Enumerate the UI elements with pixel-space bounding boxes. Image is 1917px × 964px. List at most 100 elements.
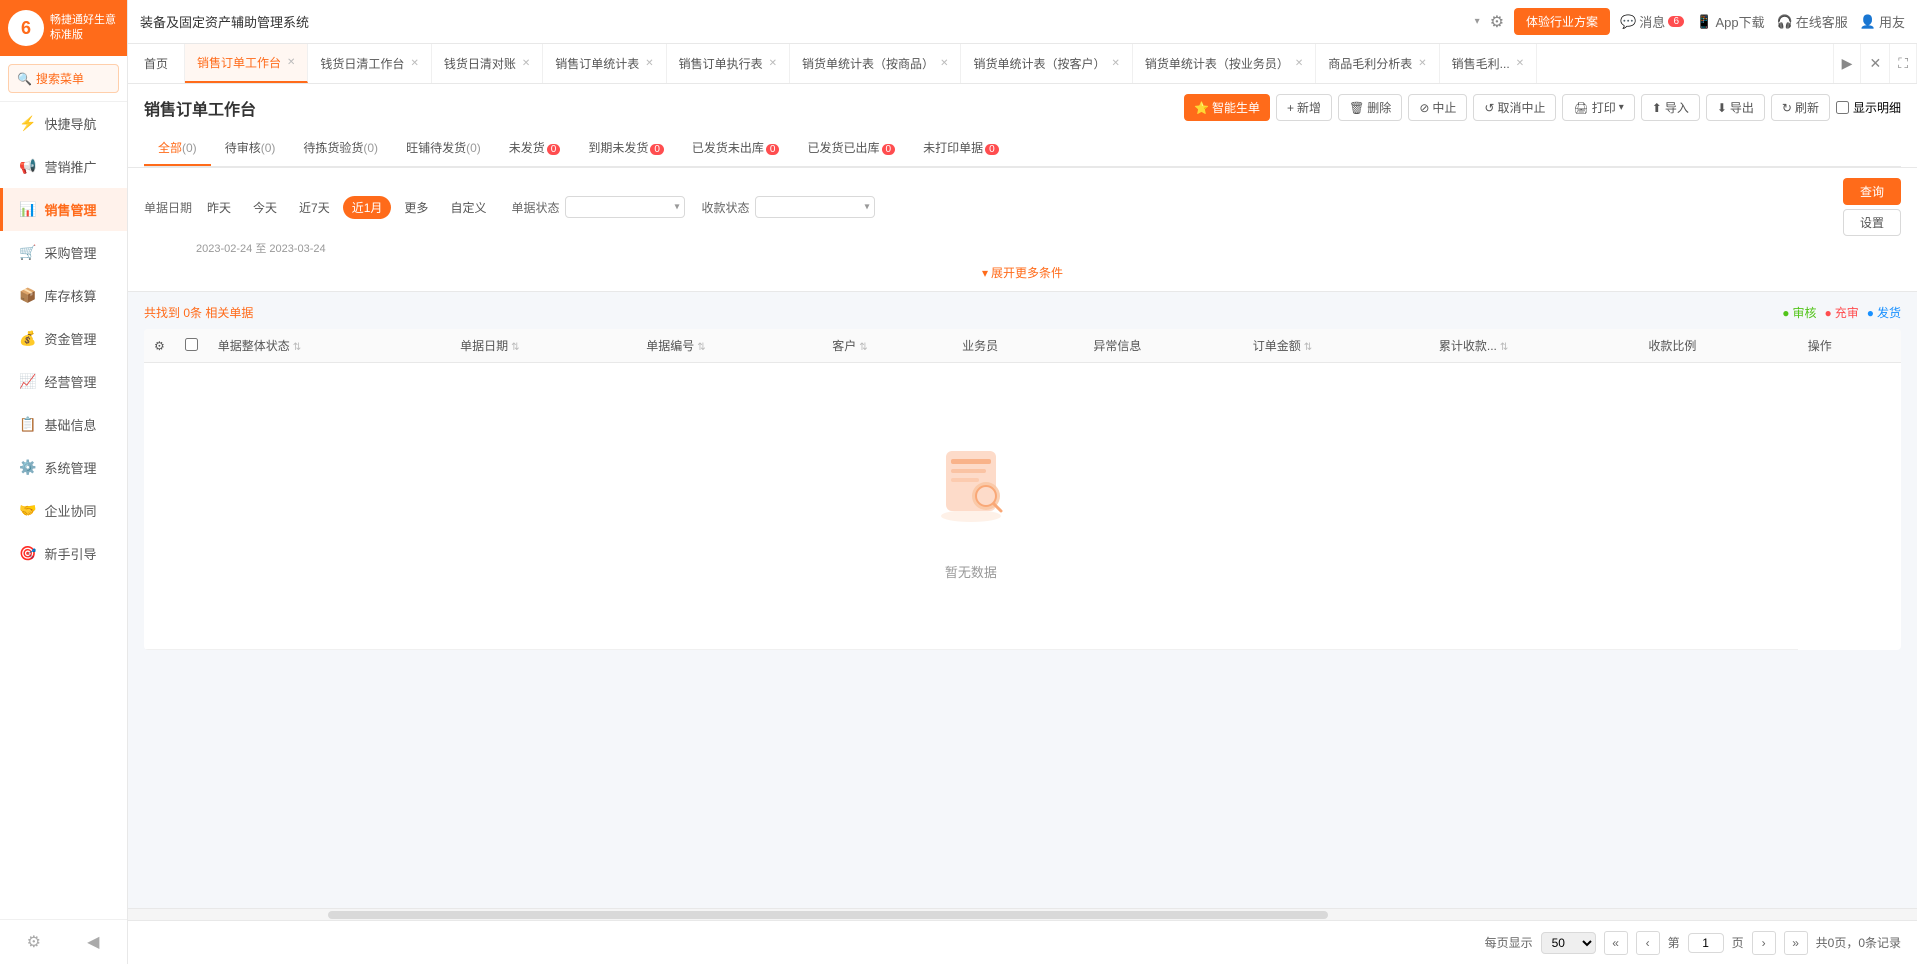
export-button[interactable]: ⬇ 导出 [1706, 94, 1765, 121]
review-button[interactable]: ● 审核 [1782, 304, 1816, 321]
sub-tab-overdue-not-shipped[interactable]: 到期未发货0 [574, 131, 678, 166]
table-col-date[interactable]: 单据日期⇅ [450, 329, 636, 363]
receipt-status-select[interactable] [755, 196, 875, 218]
table-col-customer[interactable]: 客户⇅ [822, 329, 952, 363]
sub-tab-pending-review[interactable]: 待审核(0) [211, 131, 290, 166]
sub-tab-not-shipped[interactable]: 未发货0 [495, 131, 575, 166]
delete-button[interactable]: 🗑 删除 [1338, 94, 1402, 121]
prev-page-button[interactable]: ‹ [1636, 931, 1660, 955]
message-button[interactable]: 💬 消息 6 [1620, 12, 1684, 31]
tab-scroll-right-button[interactable]: ▶ [1834, 44, 1862, 83]
industry-solution-button[interactable]: 体验行业方案 [1514, 8, 1610, 35]
next-page-button[interactable]: › [1752, 931, 1776, 955]
last-month-btn[interactable]: 近1月 [343, 196, 392, 219]
sidebar-collapse-button[interactable]: ◀ [68, 928, 120, 956]
last7days-btn[interactable]: 近7天 [290, 196, 339, 219]
tab-sales-exec[interactable]: 销售订单执行表 ✕ [667, 44, 790, 83]
tab-close-icon[interactable]: ✕ [287, 57, 295, 68]
sidebar-item-caigou[interactable]: 🛒 采购管理 [0, 231, 127, 274]
sidebar-item-xitong[interactable]: ⚙️ 系统管理 [0, 446, 127, 489]
select-all-checkbox[interactable] [185, 338, 198, 351]
page-suffix: 页 [1732, 934, 1744, 951]
print-button[interactable]: 🖨 打印 ▾ [1562, 94, 1634, 121]
table-settings-col[interactable]: ⚙ [144, 329, 175, 363]
sidebar-item-yingxiao[interactable]: 📢 营销推广 [0, 145, 127, 188]
last-page-button[interactable]: » [1784, 931, 1808, 955]
table-checkbox-col[interactable] [175, 329, 208, 363]
sidebar-item-zijin[interactable]: 💰 资金管理 [0, 317, 127, 360]
tab-sales-workbench[interactable]: 销售订单工作台 ✕ [185, 44, 308, 83]
tab-margin-analysis[interactable]: 商品毛利分析表 ✕ [1316, 44, 1439, 83]
sidebar-item-kuaijie[interactable]: ⚡ 快捷导航 [0, 102, 127, 145]
tab-close-all-button[interactable]: ✕ [1861, 44, 1890, 83]
online-service-button[interactable]: 🎧 在线客服 [1777, 12, 1848, 31]
sidebar-item-qiye[interactable]: 🤝 企业协同 [0, 489, 127, 532]
show-detail-checkbox[interactable] [1836, 101, 1849, 114]
tab-close-icon[interactable]: ✕ [940, 58, 948, 69]
tab-cash-reconcile[interactable]: 钱货日清对账 ✕ [432, 44, 543, 83]
query-button[interactable]: 查询 [1843, 178, 1901, 205]
search-menu-button[interactable]: 🔍 搜索菜单 [8, 64, 119, 93]
tab-sales-stat-prod[interactable]: 销货单统计表（按商品） ✕ [790, 44, 961, 83]
add-button[interactable]: + 新增 [1276, 94, 1332, 121]
tab-close-icon[interactable]: ✕ [645, 58, 653, 69]
tab-cash-daily[interactable]: 钱货日清工作台 ✕ [308, 44, 431, 83]
per-page-select[interactable]: 50 100 200 [1541, 932, 1596, 954]
sidebar-item-kucun[interactable]: 📦 库存核算 [0, 274, 127, 317]
tab-sales-stat-staff[interactable]: 销货单统计表（按业务员） ✕ [1133, 44, 1316, 83]
custom-date-btn[interactable]: 自定义 [441, 196, 495, 219]
page-number-input[interactable] [1688, 933, 1724, 953]
sidebar-item-xinshou[interactable]: 🎯 新手引导 [0, 532, 127, 575]
logo-text: 畅捷通好生意 标准版 [50, 13, 116, 44]
sidebar-item-jingying[interactable]: 📈 经营管理 [0, 360, 127, 403]
stop-button[interactable]: ⊘ 中止 [1408, 94, 1467, 121]
sidebar-settings-button[interactable]: ⚙ [8, 928, 60, 956]
sub-tab-all[interactable]: 全部(0) [144, 131, 211, 166]
settings-icon: ⚙️ [19, 459, 36, 476]
scroll-thumb[interactable] [328, 911, 1328, 919]
smart-gen-button[interactable]: ⭐ 智能生单 [1184, 94, 1270, 121]
tab-expand-button[interactable]: ⛶ [1890, 44, 1917, 83]
app-download-button[interactable]: 📱 App下载 [1696, 12, 1764, 31]
table-col-collected[interactable]: 累计收款...⇅ [1429, 329, 1639, 363]
sub-tab-wangpu-ship[interactable]: 旺铺待发货(0) [392, 131, 495, 166]
tab-sales-stats[interactable]: 销售订单统计表 ✕ [543, 44, 666, 83]
tab-home[interactable]: 首页 [128, 44, 185, 83]
tab-sales-stat-cust[interactable]: 销货单统计表（按客户） ✕ [961, 44, 1132, 83]
tab-close-icon[interactable]: ✕ [1516, 58, 1524, 69]
tab-sales-more[interactable]: 销售毛利... ✕ [1440, 44, 1537, 83]
sub-tab-shipped-not-out[interactable]: 已发货未出库0 [678, 131, 794, 166]
tab-close-icon[interactable]: ✕ [410, 58, 418, 69]
gear-icon[interactable]: ⚙ [1490, 12, 1504, 32]
sidebar-item-jichu[interactable]: 📋 基础信息 [0, 403, 127, 446]
tab-close-icon[interactable]: ✕ [769, 58, 777, 69]
review-icon: ● [1782, 306, 1789, 320]
sub-tab-pending-inspect[interactable]: 待拣货验货(0) [289, 131, 392, 166]
user-button[interactable]: 👤 用友 [1860, 12, 1905, 31]
revoke-icon: ● [1824, 306, 1831, 320]
expand-filter-button[interactable]: ▾ 展开更多条件 [982, 264, 1063, 281]
cancel-stop-button[interactable]: ↺ 取消中止 [1473, 94, 1556, 121]
show-detail-label[interactable]: 显示明细 [1836, 99, 1901, 116]
table-col-amount[interactable]: 订单金额⇅ [1243, 329, 1429, 363]
tab-close-icon[interactable]: ✕ [522, 58, 530, 69]
import-button[interactable]: ⬆ 导入 [1641, 94, 1700, 121]
tab-close-icon[interactable]: ✕ [1295, 58, 1303, 69]
tab-close-icon[interactable]: ✕ [1111, 58, 1119, 69]
today-btn[interactable]: 今天 [244, 196, 286, 219]
table-col-number[interactable]: 单据编号⇅ [636, 329, 822, 363]
ship-button[interactable]: ● 发货 [1867, 304, 1901, 321]
sub-tab-not-printed[interactable]: 未打印单据0 [909, 131, 1013, 166]
sub-tab-shipped-out[interactable]: 已发货已出库0 [793, 131, 909, 166]
tab-close-icon[interactable]: ✕ [1418, 58, 1426, 69]
revoke-button[interactable]: ● 充审 [1824, 304, 1858, 321]
more-date-btn[interactable]: 更多 [395, 196, 437, 219]
horizontal-scrollbar[interactable] [128, 908, 1917, 920]
filter-setting-button[interactable]: 设置 [1843, 209, 1901, 236]
first-page-button[interactable]: « [1604, 931, 1628, 955]
sort-icon: ⇅ [1304, 342, 1312, 353]
sidebar-item-xiaoshou[interactable]: 📊 销售管理 [0, 188, 127, 231]
yesterday-btn[interactable]: 昨天 [198, 196, 240, 219]
refresh-button[interactable]: ↻ 刷新 [1771, 94, 1830, 121]
status-select[interactable] [565, 196, 685, 218]
